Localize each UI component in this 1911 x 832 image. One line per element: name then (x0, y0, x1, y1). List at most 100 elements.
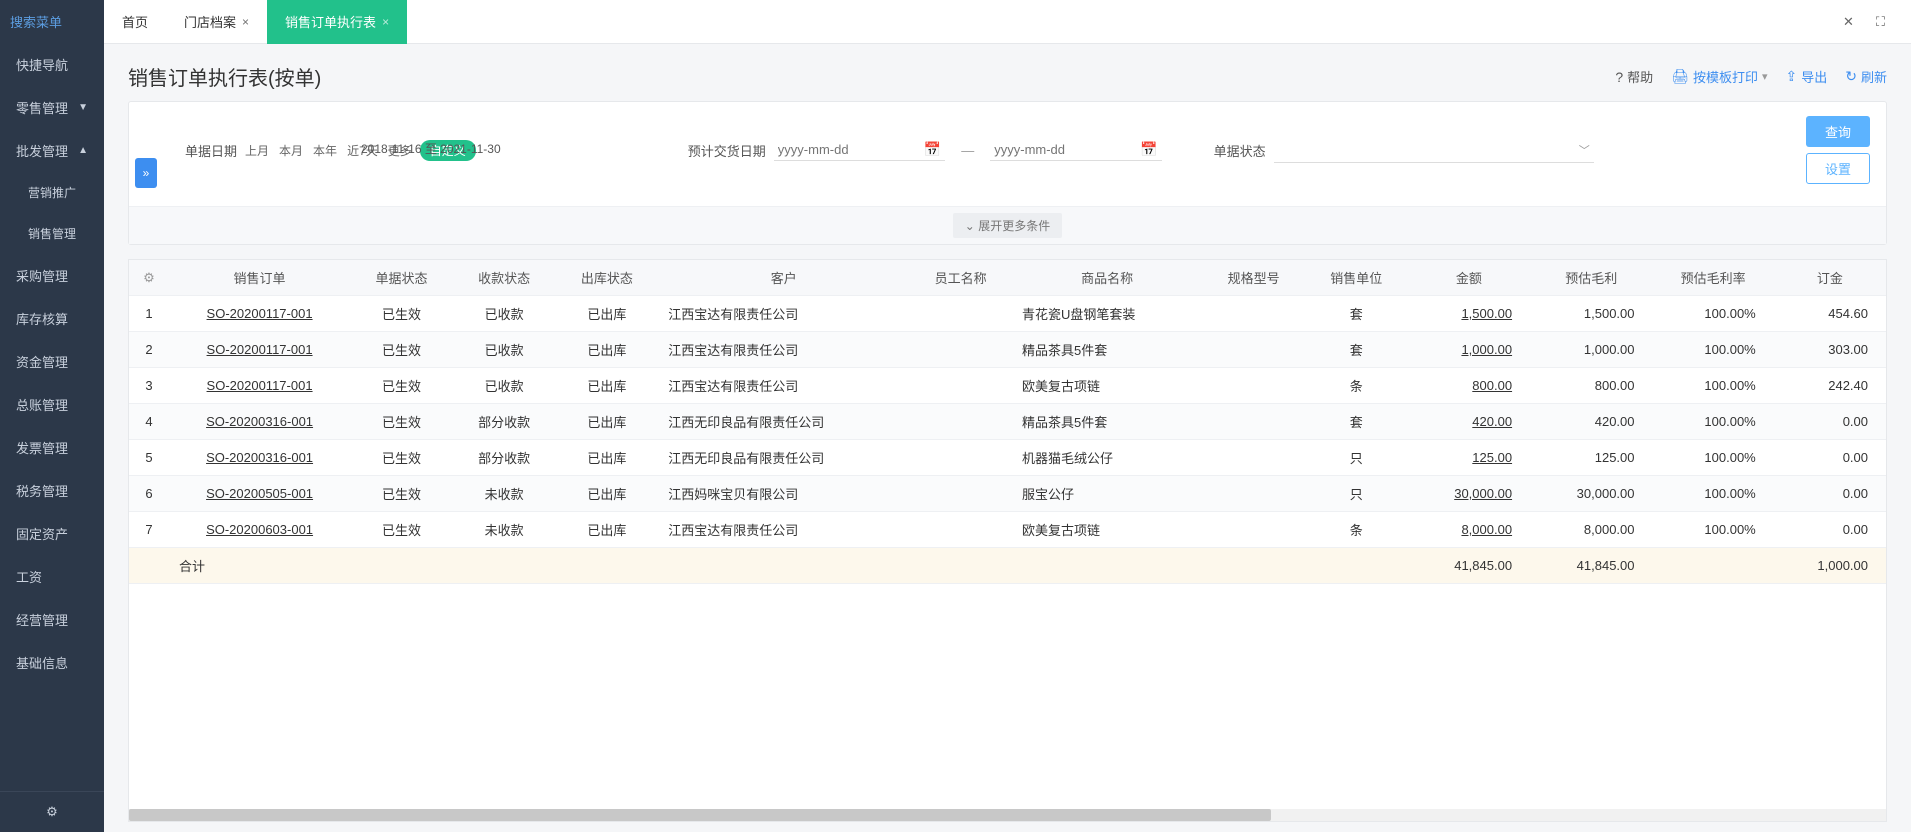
sidebar-item-1[interactable]: 零售管理 ▼ (0, 86, 104, 129)
order-link[interactable]: SO-20200316-001 (169, 404, 350, 440)
close-icon[interactable]: × (382, 15, 389, 29)
export-icon: ⇪ (1786, 68, 1798, 85)
date-range-text: 2018-11-16 至 2021-11-30 (361, 140, 501, 157)
collapse-toggle[interactable]: » (135, 158, 157, 188)
sidebar-item-4[interactable]: 销售管理 (0, 213, 104, 254)
sidebar-item-11[interactable]: 固定资产 (0, 512, 104, 555)
print-button[interactable]: 🖨按模板打印▾ (1671, 67, 1767, 86)
sidebar-item-7[interactable]: 资金管理 (0, 340, 104, 383)
column-header[interactable]: 收款状态 (453, 260, 556, 296)
amount-cell[interactable]: 8,000.00 (1408, 512, 1530, 548)
amount-cell[interactable]: 1,000.00 (1408, 332, 1530, 368)
table-row[interactable]: 3SO-20200117-001已生效已收款已出库江西宝达有限责任公司欧美复古项… (129, 368, 1886, 404)
column-header[interactable]: 出库状态 (556, 260, 659, 296)
column-header[interactable]: 销售订单 (169, 260, 350, 296)
query-button[interactable]: 查询 (1806, 116, 1870, 147)
delivery-date-filter: 预计交货日期 📅 — 📅 (688, 139, 1162, 161)
order-link[interactable]: SO-20200117-001 (169, 296, 350, 332)
fullscreen-icon[interactable]: ⛶ (1870, 8, 1891, 36)
sidebar-item-2[interactable]: 批发管理▲ (0, 129, 104, 172)
status-select[interactable]: ﹀ (1274, 138, 1594, 163)
sidebar-item-label: 基础信息 (16, 653, 68, 672)
sidebar-item-12[interactable]: 工资 (0, 555, 104, 598)
sidebar-item-label: 批发管理 (16, 141, 68, 160)
sidebar-item-3[interactable]: 营销推广 (0, 172, 104, 213)
sidebar-search[interactable]: 搜索菜单 (0, 0, 104, 43)
settings-button[interactable]: 设置 (1806, 153, 1870, 184)
order-link[interactable]: SO-20200117-001 (169, 368, 350, 404)
amount-cell[interactable]: 30,000.00 (1408, 476, 1530, 512)
close-icon[interactable]: × (242, 15, 249, 29)
amount-cell[interactable]: 420.00 (1408, 404, 1530, 440)
sidebar-item-label: 工资 (16, 567, 42, 586)
table-row[interactable]: 5SO-20200316-001已生效部分收款已出库江西无印良品有限责任公司机器… (129, 440, 1886, 476)
order-link[interactable]: SO-20200603-001 (169, 512, 350, 548)
help-button[interactable]: ?帮助 (1615, 67, 1653, 86)
sidebar-item-14[interactable]: 基础信息 (0, 641, 104, 684)
column-header[interactable]: 规格型号 (1202, 260, 1305, 296)
column-header[interactable]: 员工名称 (909, 260, 1012, 296)
delivery-date-to[interactable] (994, 142, 1134, 157)
range-link[interactable]: 本月 (279, 142, 303, 159)
order-link[interactable]: SO-20200505-001 (169, 476, 350, 512)
range-link[interactable]: 本年 (313, 142, 337, 159)
totals-row: 合计41,845.0041,845.001,000.00 (129, 548, 1886, 584)
data-table: ⚙销售订单单据状态收款状态出库状态客户员工名称商品名称规格型号销售单位金额预估毛… (128, 259, 1887, 822)
column-header[interactable]: 订金 (1774, 260, 1886, 296)
sidebar-item-label: 零售管理 (16, 98, 68, 117)
column-header[interactable]: 金额 (1408, 260, 1530, 296)
table-row[interactable]: 7SO-20200603-001已生效未收款已出库江西宝达有限责任公司欧美复古项… (129, 512, 1886, 548)
tab-sales-order-exec[interactable]: 销售订单执行表× (267, 0, 407, 44)
column-header[interactable]: 预估毛利 (1530, 260, 1652, 296)
sidebar-item-9[interactable]: 发票管理 (0, 426, 104, 469)
table-row[interactable]: 1SO-20200117-001已生效已收款已出库江西宝达有限责任公司青花瓷U盘… (129, 296, 1886, 332)
sidebar-item-13[interactable]: 经营管理 (0, 598, 104, 641)
column-header[interactable]: 商品名称 (1012, 260, 1202, 296)
table-row[interactable]: 6SO-20200505-001已生效未收款已出库江西妈咪宝贝有限公司服宝公仔只… (129, 476, 1886, 512)
tab-label: 首页 (122, 12, 148, 31)
column-header[interactable]: 单据状态 (350, 260, 453, 296)
chevron-down-icon: ⌄ (965, 219, 978, 233)
calendar-icon[interactable]: 📅 (924, 141, 941, 158)
page-header: 销售订单执行表(按单) ?帮助 🖨按模板打印▾ ⇪导出 ↻刷新 (104, 44, 1911, 101)
sidebar-item-0[interactable]: 快捷导航 (0, 43, 104, 86)
chevron-icon: ▼ (78, 102, 88, 113)
column-header[interactable]: 客户 (658, 260, 909, 296)
order-link[interactable]: SO-20200316-001 (169, 440, 350, 476)
sidebar-item-label: 快捷导航 (16, 55, 68, 74)
sidebar-item-10[interactable]: 税务管理 (0, 469, 104, 512)
sidebar-item-5[interactable]: 采购管理 (0, 254, 104, 297)
column-header[interactable]: 预估毛利率 (1653, 260, 1774, 296)
settings-icon[interactable]: ⚙ (0, 791, 104, 832)
sidebar-item-label: 采购管理 (16, 266, 68, 285)
table-row[interactable]: 2SO-20200117-001已生效已收款已出库江西宝达有限责任公司精品茶具5… (129, 332, 1886, 368)
table-row[interactable]: 4SO-20200316-001已生效部分收款已出库江西无印良品有限责任公司精品… (129, 404, 1886, 440)
range-link[interactable]: 上月 (245, 142, 269, 159)
column-header[interactable]: 销售单位 (1305, 260, 1408, 296)
amount-cell[interactable]: 800.00 (1408, 368, 1530, 404)
export-button[interactable]: ⇪导出 (1786, 67, 1828, 86)
calendar-icon[interactable]: 📅 (1140, 141, 1157, 158)
tab-label: 门店档案 (184, 12, 236, 31)
main: 首页 门店档案 × 销售订单执行表× ✕ ⛶ 销售订单执行表(按单) ?帮助 🖨按… (104, 0, 1911, 832)
sidebar-item-8[interactable]: 总账管理 (0, 383, 104, 426)
chevron-down-icon: ﹀ (1579, 142, 1590, 158)
tabbar: 首页 门店档案 × 销售订单执行表× ✕ ⛶ (104, 0, 1911, 44)
amount-cell[interactable]: 1,500.00 (1408, 296, 1530, 332)
sidebar-item-label: 税务管理 (16, 481, 68, 500)
sidebar: 搜索菜单 快捷导航零售管理 ▼ 批发管理▲营销推广销售管理采购管理库存核算资金管理总… (0, 0, 104, 832)
horizontal-scrollbar[interactable] (129, 809, 1886, 821)
status-filter: 单据状态 ﹀ (1214, 138, 1594, 163)
amount-cell[interactable]: 125.00 (1408, 440, 1530, 476)
refresh-button[interactable]: ↻刷新 (1845, 67, 1887, 86)
sidebar-item-6[interactable]: 库存核算 (0, 297, 104, 340)
tab-home[interactable]: 首页 (104, 0, 166, 44)
tab-stores[interactable]: 门店档案 × (166, 0, 267, 44)
order-link[interactable]: SO-20200117-001 (169, 332, 350, 368)
expand-filters[interactable]: ⌄ 展开更多条件 (129, 206, 1886, 244)
delivery-date-from[interactable] (778, 142, 918, 157)
filter-panel: » 单据日期 上月本月本年近7天更多 自定义 2018-11-16 至 2021… (128, 101, 1887, 245)
close-all-icon[interactable]: ✕ (1837, 8, 1860, 36)
table-settings-icon[interactable]: ⚙ (143, 270, 155, 285)
scrollbar-thumb[interactable] (129, 809, 1271, 821)
